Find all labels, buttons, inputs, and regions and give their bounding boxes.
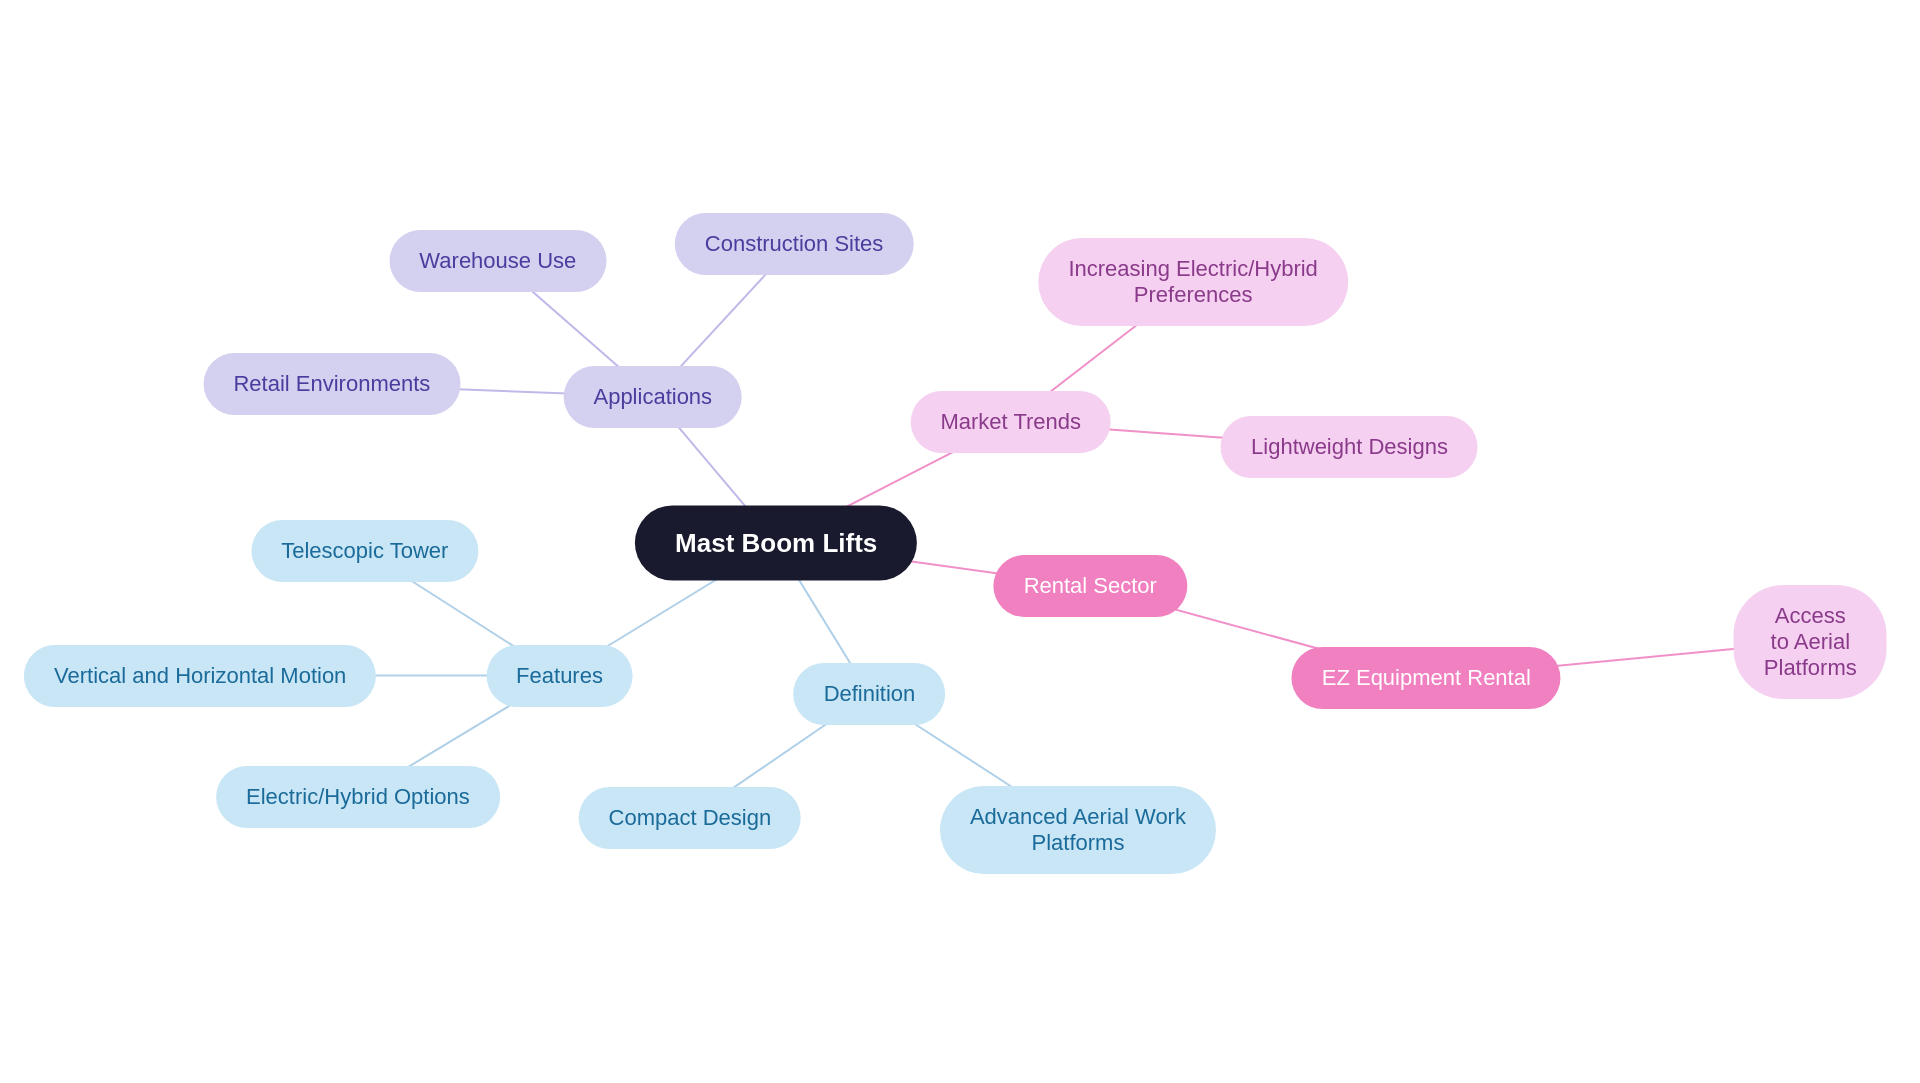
node-compact[interactable]: Compact Design [579,787,802,849]
node-electric_pref[interactable]: Increasing Electric/HybridPreferences [1038,238,1347,326]
node-retail[interactable]: Retail Environments [203,353,460,415]
node-vertical[interactable]: Vertical and Horizontal Motion [24,645,376,707]
node-rental_sector[interactable]: Rental Sector [994,555,1187,617]
node-electric[interactable]: Electric/Hybrid Options [216,766,500,828]
node-ez_equipment[interactable]: EZ Equipment Rental [1292,647,1561,709]
node-definition[interactable]: Definition [794,663,946,725]
node-applications[interactable]: Applications [563,366,742,428]
node-lightweight[interactable]: Lightweight Designs [1221,416,1478,478]
node-construction[interactable]: Construction Sites [675,213,914,275]
node-telescopic[interactable]: Telescopic Tower [251,520,478,582]
node-features[interactable]: Features [486,645,633,707]
mindmap-container: Mast Boom Lifts Applications Warehouse Use… [0,0,1920,1083]
node-market_trends[interactable]: Market Trends [910,391,1111,453]
center-node[interactable]: Mast Boom Lifts [635,505,917,580]
node-warehouse[interactable]: Warehouse Use [389,230,606,292]
node-access_aerial[interactable]: Access to Aerial Platforms [1734,585,1887,699]
node-advanced[interactable]: Advanced Aerial WorkPlatforms [940,786,1216,874]
